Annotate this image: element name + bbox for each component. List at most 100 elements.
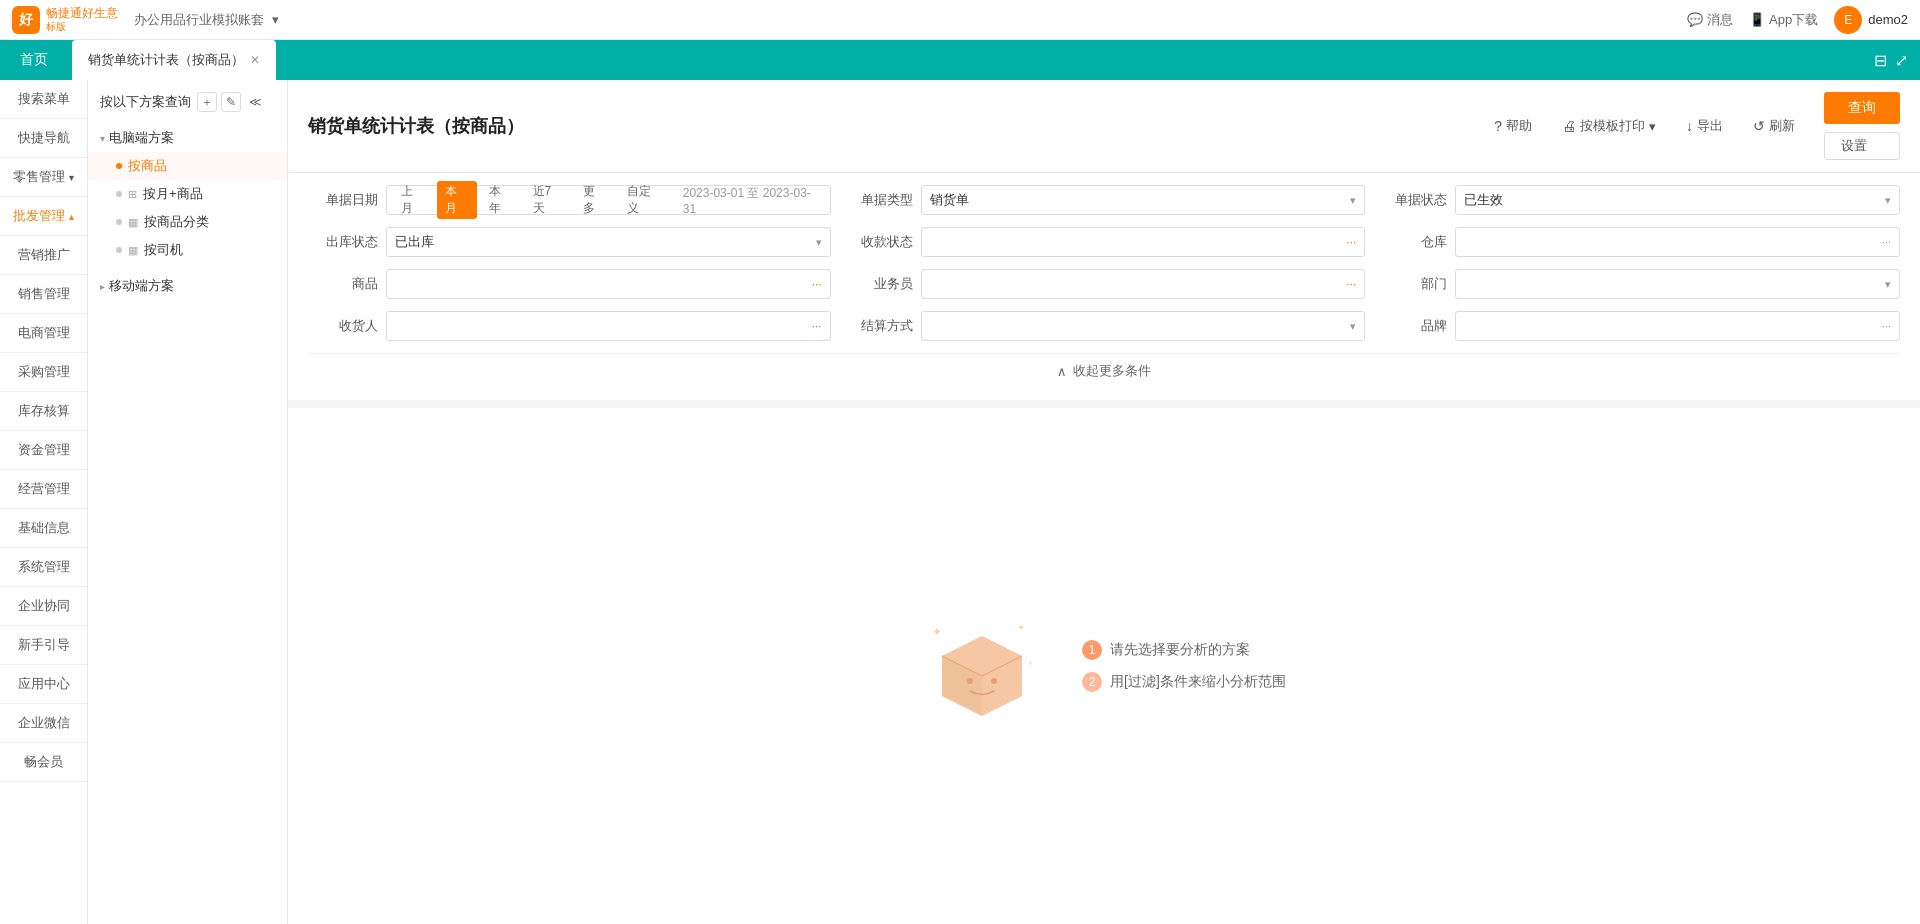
main-panel: 销货单统计计表（按商品） ? 帮助 🖨 按模板打印 ▾ ↓ (288, 80, 1920, 924)
sidebar-item-wholesale[interactable]: 批发管理▴ (0, 197, 87, 236)
svg-text:✦: ✦ (1027, 659, 1034, 668)
goods-dots-icon[interactable]: ··· (812, 277, 822, 291)
sidebar-item-member[interactable]: 畅会员 (0, 743, 87, 782)
date-tabs: 上月 本月 本年 近7天 更多 自定义 (393, 181, 671, 219)
warehouse-input[interactable]: ··· (1455, 227, 1900, 257)
brand-input[interactable]: ··· (1455, 311, 1900, 341)
docstatus-label: 单据状态 (1377, 191, 1447, 209)
top-bar-left: 好 畅捷通好生意 标版 办公用品行业模拟账套 ▾ (12, 6, 279, 34)
sidebar-item-operations[interactable]: 经营管理 (0, 470, 87, 509)
sidebar-item-sales[interactable]: 销售管理 (0, 275, 87, 314)
top-title: 办公用品行业模拟账套 (134, 11, 264, 29)
filter-cell-warehouse: 仓库 ··· (1377, 227, 1900, 257)
user-area[interactable]: E demo2 (1834, 6, 1908, 34)
top-dropdown-icon[interactable]: ▾ (272, 12, 279, 27)
tab-home[interactable]: 首页 (0, 40, 68, 80)
setting-button[interactable]: 设置 (1824, 132, 1900, 160)
left-panel-title: 按以下方案查询 (100, 93, 191, 111)
doctype-select[interactable]: 销货单 ▾ (921, 185, 1366, 215)
collapse-panel-icon[interactable]: ≪ (245, 92, 265, 112)
action-buttons-right: 查询 设置 (1824, 92, 1900, 160)
staff-dots-icon[interactable]: ··· (1346, 277, 1356, 291)
left-panel: 按以下方案查询 ＋ ✎ ≪ ▾ 电脑端方案 按商品 ⊞ (88, 80, 288, 924)
add-scheme-icon[interactable]: ＋ (197, 92, 217, 112)
doctype-chevron-icon: ▾ (1350, 194, 1356, 207)
print-icon: 🖨 (1562, 118, 1576, 134)
goods-input[interactable]: ··· (386, 269, 831, 299)
top-bar: 好 畅捷通好生意 标版 办公用品行业模拟账套 ▾ 💬 消息 📱 App下载 E … (0, 0, 1920, 40)
filter-cell-brand: 品牌 ··· (1377, 311, 1900, 341)
svg-point-7 (991, 678, 997, 684)
tree-child-by-category[interactable]: ▦ 按商品分类 (88, 208, 287, 236)
main-layout: 搜索菜单 快捷导航 零售管理▾ 批发管理▴ 营销推广 销售管理 电商管理 采购管… (0, 80, 1920, 924)
filter-row-4: 收货人 ··· 结算方式 ▾ 品牌 (308, 311, 1900, 341)
payment-dots-icon[interactable]: ··· (1346, 235, 1356, 249)
help-button[interactable]: ? 帮助 (1485, 112, 1541, 140)
active-dot-icon (116, 163, 122, 169)
collapse-bar[interactable]: ∧ 收起更多条件 (308, 353, 1900, 388)
sidebar-item-enterprise[interactable]: 企业协同 (0, 587, 87, 626)
box-svg: ✦ ✦ ✦ (922, 606, 1042, 726)
stockout-select[interactable]: 已出库 ▾ (386, 227, 831, 257)
sidebar-item-retail[interactable]: 零售管理▾ (0, 158, 87, 197)
payment-input[interactable]: ··· (921, 227, 1366, 257)
svg-text:✦: ✦ (1017, 622, 1025, 633)
docstatus-chevron-icon: ▾ (1885, 194, 1891, 207)
warehouse-dots-icon[interactable]: ··· (1882, 236, 1891, 248)
app-download-button[interactable]: 📱 App下载 (1749, 11, 1818, 29)
sidebar-item-marketing[interactable]: 营销推广 (0, 236, 87, 275)
sidebar-item-guide[interactable]: 新手引导 (0, 626, 87, 665)
doctype-label: 单据类型 (843, 191, 913, 209)
tree-parent-desktop[interactable]: ▾ 电脑端方案 (88, 124, 287, 152)
refresh-button[interactable]: ↺ 刷新 (1744, 112, 1804, 140)
sidebar-item-purchase[interactable]: 采购管理 (0, 353, 87, 392)
date-input[interactable]: 上月 本月 本年 近7天 更多 自定义 2023-03-01 至 2023-03… (386, 185, 831, 215)
tab-maximize-icon[interactable]: ⤢ (1895, 51, 1908, 70)
sidebar-item-finance[interactable]: 资金管理 (0, 431, 87, 470)
tab-minimize-icon[interactable]: ⊟ (1874, 51, 1887, 70)
sidebar-item-system[interactable]: 系统管理 (0, 548, 87, 587)
date-tab-7days[interactable]: 近7天 (525, 181, 572, 219)
print-button[interactable]: 🖨 按模板打印 ▾ (1553, 112, 1665, 140)
logo-icon: 好 (12, 6, 40, 34)
date-tab-custom[interactable]: 自定义 (619, 181, 671, 219)
messages-button[interactable]: 💬 消息 (1687, 11, 1733, 29)
table-icon-cat: ▦ (128, 216, 138, 229)
tree-child-by-driver[interactable]: ▦ 按司机 (88, 236, 287, 264)
export-button[interactable]: ↓ 导出 (1677, 112, 1732, 140)
print-dropdown-icon: ▾ (1649, 119, 1656, 134)
receiver-dots-icon[interactable]: ··· (812, 319, 822, 333)
paymethod-select[interactable]: ▾ (921, 311, 1366, 341)
tree-parent-mobile[interactable]: ▸ 移动端方案 (88, 272, 287, 300)
sidebar-item-search[interactable]: 搜索菜单 (0, 80, 87, 119)
tree-child-by-goods[interactable]: 按商品 (88, 152, 287, 180)
doctype-value: 销货单 (930, 191, 969, 209)
date-tab-last-month[interactable]: 上月 (393, 181, 433, 219)
sidebar-item-appcenter[interactable]: 应用中心 (0, 665, 87, 704)
dept-select[interactable]: ▾ (1455, 269, 1900, 299)
tree-parent-label: 电脑端方案 (109, 129, 174, 147)
empty-tip-2: 2 用[过滤]条件来缩小分析范围 (1082, 672, 1286, 692)
avatar: E (1834, 6, 1862, 34)
tree-child-by-month-goods[interactable]: ⊞ 按月+商品 (88, 180, 287, 208)
docstatus-select[interactable]: 已生效 ▾ (1455, 185, 1900, 215)
brand-dots-icon[interactable]: ··· (1882, 320, 1891, 332)
sidebar-item-ecommerce[interactable]: 电商管理 (0, 314, 87, 353)
query-button[interactable]: 查询 (1824, 92, 1900, 124)
filter-row-1: 单据日期 上月 本月 本年 近7天 更多 自定义 2023-03-01 至 20… (308, 185, 1900, 215)
receiver-input[interactable]: ··· (386, 311, 831, 341)
date-tab-this-year[interactable]: 本年 (481, 181, 521, 219)
date-tab-more[interactable]: 更多 (575, 181, 615, 219)
stockout-label: 出库状态 (308, 233, 378, 251)
goods-label: 商品 (308, 275, 378, 293)
sidebar-item-quicknav[interactable]: 快捷导航 (0, 119, 87, 158)
sidebar-item-wechat[interactable]: 企业微信 (0, 704, 87, 743)
staff-input[interactable]: ··· (921, 269, 1366, 299)
date-tab-this-month[interactable]: 本月 (437, 181, 477, 219)
sidebar-item-inventory[interactable]: 库存核算 (0, 392, 87, 431)
stockout-value: 已出库 (395, 233, 434, 251)
tab-close-icon[interactable]: ✕ (250, 53, 260, 67)
tab-active[interactable]: 销货单统计计表（按商品） ✕ (72, 40, 276, 80)
edit-scheme-icon[interactable]: ✎ (221, 92, 241, 112)
sidebar-item-basic[interactable]: 基础信息 (0, 509, 87, 548)
